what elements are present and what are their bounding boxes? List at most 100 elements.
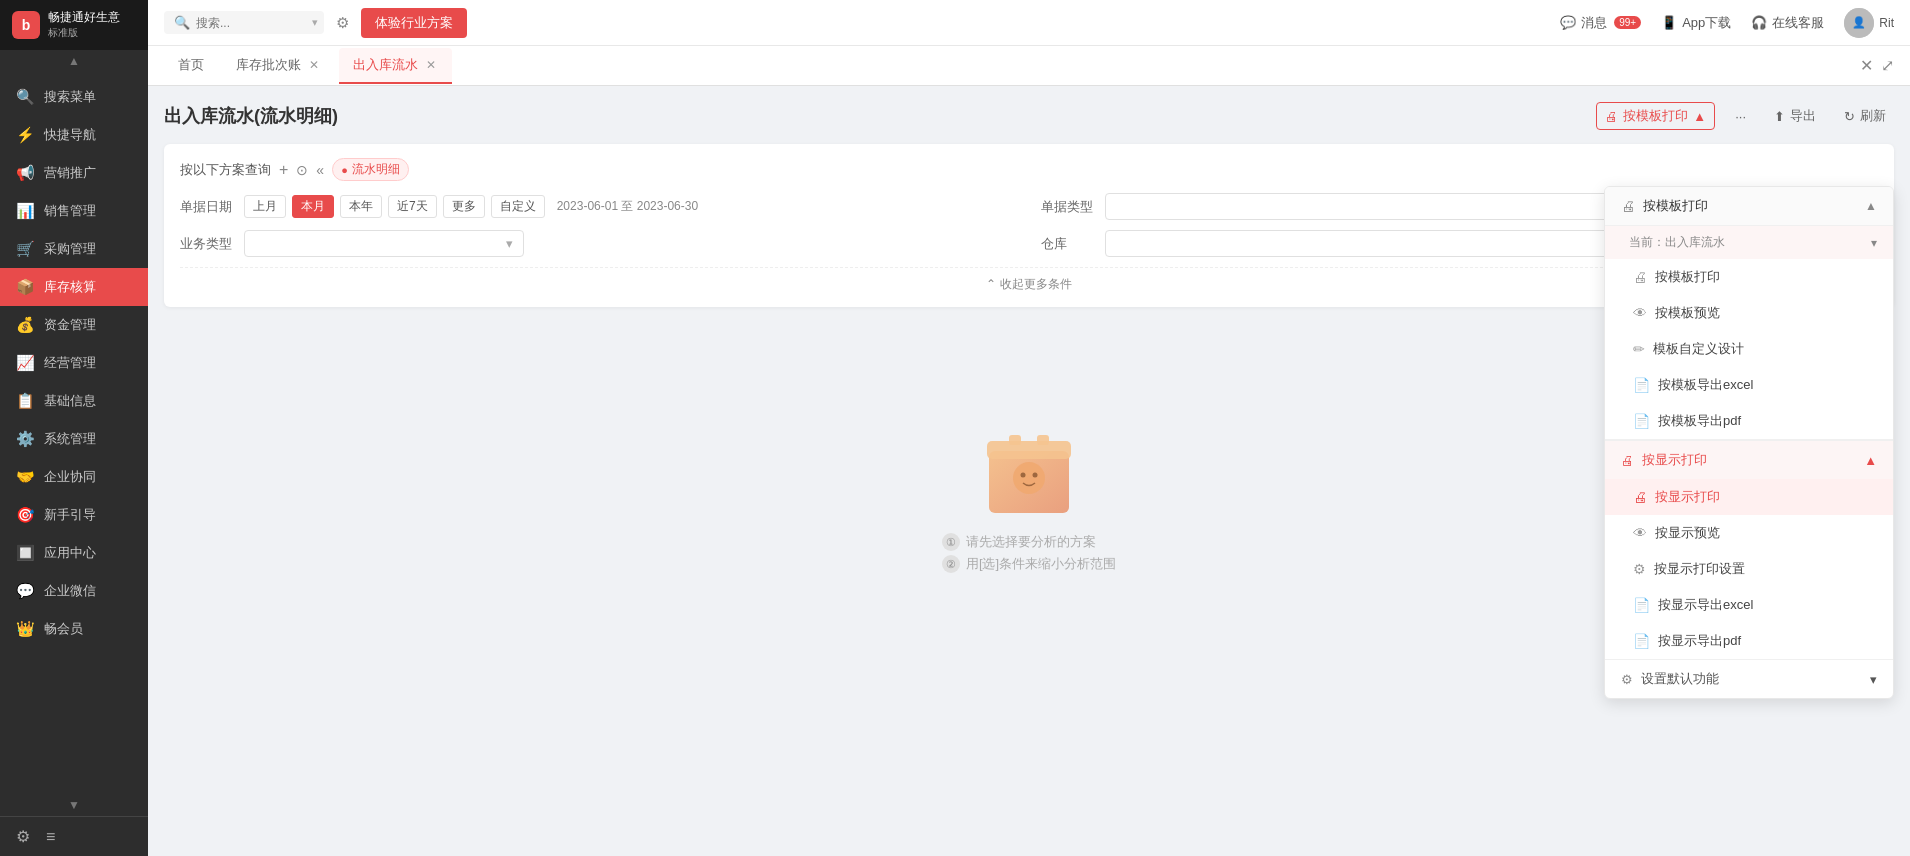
sidebar-item-label: 快捷导航 xyxy=(44,126,96,144)
empty-illustration xyxy=(979,423,1079,513)
tab-home[interactable]: 首页 xyxy=(164,48,218,84)
filter-collapse-icon[interactable]: « xyxy=(316,162,324,178)
template-pdf-icon: 📄 xyxy=(1633,413,1650,429)
svg-point-4 xyxy=(1033,473,1038,478)
tab-batch-account[interactable]: 库存批次账 ✕ xyxy=(222,48,335,84)
dropdown-item-display-pdf[interactable]: 📄 按显示导出pdf xyxy=(1605,623,1893,659)
print-template-button[interactable]: 🖨 按模板打印 ▲ xyxy=(1596,102,1715,130)
dropdown-item-template-excel[interactable]: 📄 按模板导出excel xyxy=(1605,367,1893,403)
sidebar-item-quick-nav[interactable]: ⚡ 快捷导航 xyxy=(0,116,148,154)
topbar-search-dropdown[interactable]: ▾ xyxy=(312,16,318,29)
member-icon: 👑 xyxy=(16,620,34,638)
date-btn-recent7[interactable]: 近7天 xyxy=(388,195,437,218)
filter-chip[interactable]: ● 流水明细 xyxy=(332,158,409,181)
industry-solution-button[interactable]: 体验行业方案 xyxy=(361,8,467,38)
sidebar-item-label: 库存核算 xyxy=(44,278,96,296)
filter-title: 按以下方案查询 xyxy=(180,161,271,179)
date-btn-this-year[interactable]: 本年 xyxy=(340,195,382,218)
dropdown-item-display-settings[interactable]: ⚙ 按显示打印设置 xyxy=(1605,551,1893,587)
sidebar-item-finance[interactable]: 💰 资金管理 xyxy=(0,306,148,344)
guide-icon: 🎯 xyxy=(16,506,34,524)
filter-business-type-select[interactable]: ▾ xyxy=(244,230,524,257)
sidebar-item-purchase[interactable]: 🛒 采购管理 xyxy=(0,230,148,268)
svg-rect-6 xyxy=(1037,435,1049,445)
tab-inout-flow-close[interactable]: ✕ xyxy=(424,58,438,72)
export-icon: ⬆ xyxy=(1774,109,1785,124)
filter-date-label: 单据日期 xyxy=(180,198,236,216)
dropdown-item-display-excel[interactable]: 📄 按显示导出excel xyxy=(1605,587,1893,623)
sidebar-item-appstore[interactable]: 🔲 应用中心 xyxy=(0,534,148,572)
refresh-button[interactable]: ↻ 刷新 xyxy=(1836,103,1894,129)
filter-business-type-item: 业务类型 ▾ xyxy=(180,230,1017,257)
topbar-search-box[interactable]: 🔍 ▾ xyxy=(164,11,324,34)
message-button[interactable]: 💬 消息 99+ xyxy=(1560,14,1641,32)
tab-inout-flow[interactable]: 出入库流水 ✕ xyxy=(339,48,452,84)
empty-step-2: ② 用[选]条件来缩小分析范围 xyxy=(942,555,1116,573)
topbar-search-input[interactable] xyxy=(196,16,306,30)
sidebar-item-label: 企业微信 xyxy=(44,582,96,600)
sidebar-item-search[interactable]: 🔍 搜索菜单 xyxy=(0,78,148,116)
dropdown-item-template-pdf[interactable]: 📄 按模板导出pdf xyxy=(1605,403,1893,439)
template-preview-icon: 👁 xyxy=(1633,305,1647,321)
appstore-icon: 🔲 xyxy=(16,544,34,562)
dots-button[interactable]: ··· xyxy=(1727,105,1754,128)
filter-add-icon[interactable]: + xyxy=(279,161,288,179)
date-btn-more[interactable]: 更多 xyxy=(443,195,485,218)
purchase-icon: 🛒 xyxy=(16,240,34,258)
date-btn-prev-month[interactable]: 上月 xyxy=(244,195,286,218)
sidebar-item-label: 营销推广 xyxy=(44,164,96,182)
user-profile[interactable]: 👤 Rit xyxy=(1844,8,1894,38)
dropdown-item-display-print[interactable]: 🖨 按显示打印 xyxy=(1605,479,1893,515)
app-download-button[interactable]: 📱 App下载 xyxy=(1661,14,1731,32)
filter-business-type-label: 业务类型 xyxy=(180,235,236,253)
topbar-gear-icon[interactable]: ⚙ xyxy=(336,14,349,32)
sidebar-item-inventory[interactable]: 📦 库存核算 xyxy=(0,268,148,306)
sidebar-item-system[interactable]: ⚙️ 系统管理 xyxy=(0,420,148,458)
step-2-num: ② xyxy=(942,555,960,573)
collapse-icon[interactable]: ≡ xyxy=(46,828,55,846)
svg-point-2 xyxy=(1013,462,1045,494)
sidebar-item-collab[interactable]: 🤝 企业协同 xyxy=(0,458,148,496)
tabs-bar: 首页 库存批次账 ✕ 出入库流水 ✕ ✕ ⤢ xyxy=(148,46,1910,86)
tabs-expand-icon[interactable]: ⤢ xyxy=(1881,56,1894,75)
template-print-icon: 🖨 xyxy=(1633,269,1647,285)
dropdown-footer[interactable]: ⚙ 设置默认功能 ▾ xyxy=(1605,659,1893,698)
export-button[interactable]: ⬆ 导出 xyxy=(1766,103,1824,129)
dropdown-current-label[interactable]: 当前：出入库流水 ▾ xyxy=(1605,226,1893,259)
sidebar-item-guide[interactable]: 🎯 新手引导 xyxy=(0,496,148,534)
topbar-search-icon: 🔍 xyxy=(174,15,190,30)
sidebar-scroll-up[interactable]: ▲ xyxy=(0,50,148,72)
filter-settings-icon[interactable]: ⊙ xyxy=(296,162,308,178)
dropdown-display-header[interactable]: 🖨 按显示打印 ▲ xyxy=(1605,440,1893,479)
online-service-button[interactable]: 🎧 在线客服 xyxy=(1751,14,1824,32)
sidebar-scroll-down[interactable]: ▼ xyxy=(0,794,148,816)
chevron-up-icon: ▲ xyxy=(1693,109,1706,124)
dropdown-item-template-preview[interactable]: 👁 按模板预览 xyxy=(1605,295,1893,331)
page-actions: 🖨 按模板打印 ▲ ··· ⬆ 导出 ↻ 刷新 xyxy=(1596,102,1894,130)
sidebar-item-label: 基础信息 xyxy=(44,392,96,410)
sidebar-item-label: 采购管理 xyxy=(44,240,96,258)
sidebar-item-wechat[interactable]: 💬 企业微信 xyxy=(0,572,148,610)
tab-batch-account-close[interactable]: ✕ xyxy=(307,58,321,72)
date-btn-this-month[interactable]: 本月 xyxy=(292,195,334,218)
sidebar-item-member[interactable]: 👑 畅会员 xyxy=(0,610,148,648)
sidebar-item-operation[interactable]: 📈 经营管理 xyxy=(0,344,148,382)
sidebar-item-basic[interactable]: 📋 基础信息 xyxy=(0,382,148,420)
settings-icon[interactable]: ⚙ xyxy=(16,827,30,846)
sidebar-item-sales[interactable]: 📊 销售管理 xyxy=(0,192,148,230)
dropdown-item-template-custom[interactable]: ✏ 模板自定义设计 xyxy=(1605,331,1893,367)
template-excel-icon: 📄 xyxy=(1633,377,1650,393)
sidebar-item-label: 销售管理 xyxy=(44,202,96,220)
dropdown-chevron-up[interactable]: ▲ xyxy=(1865,199,1877,213)
sidebar-item-marketing[interactable]: 📢 营销推广 xyxy=(0,154,148,192)
filter-bill-type-label: 单据类型 xyxy=(1041,198,1097,216)
dropdown-item-display-preview[interactable]: 👁 按显示预览 xyxy=(1605,515,1893,551)
sidebar-item-label: 搜索菜单 xyxy=(44,88,96,106)
display-print-icon: 🖨 xyxy=(1633,489,1647,505)
dropdown-template-header[interactable]: 🖨 按模板打印 ▲ xyxy=(1605,187,1893,226)
date-quick-buttons: 上月 本月 本年 近7天 更多 自定义 2023-06-01 至 2023-06… xyxy=(244,195,698,218)
dropdown-item-template-print[interactable]: 🖨 按模板打印 xyxy=(1605,259,1893,295)
tabs-close-all-icon[interactable]: ✕ xyxy=(1860,56,1873,75)
date-btn-custom[interactable]: 自定义 xyxy=(491,195,545,218)
system-icon: ⚙️ xyxy=(16,430,34,448)
